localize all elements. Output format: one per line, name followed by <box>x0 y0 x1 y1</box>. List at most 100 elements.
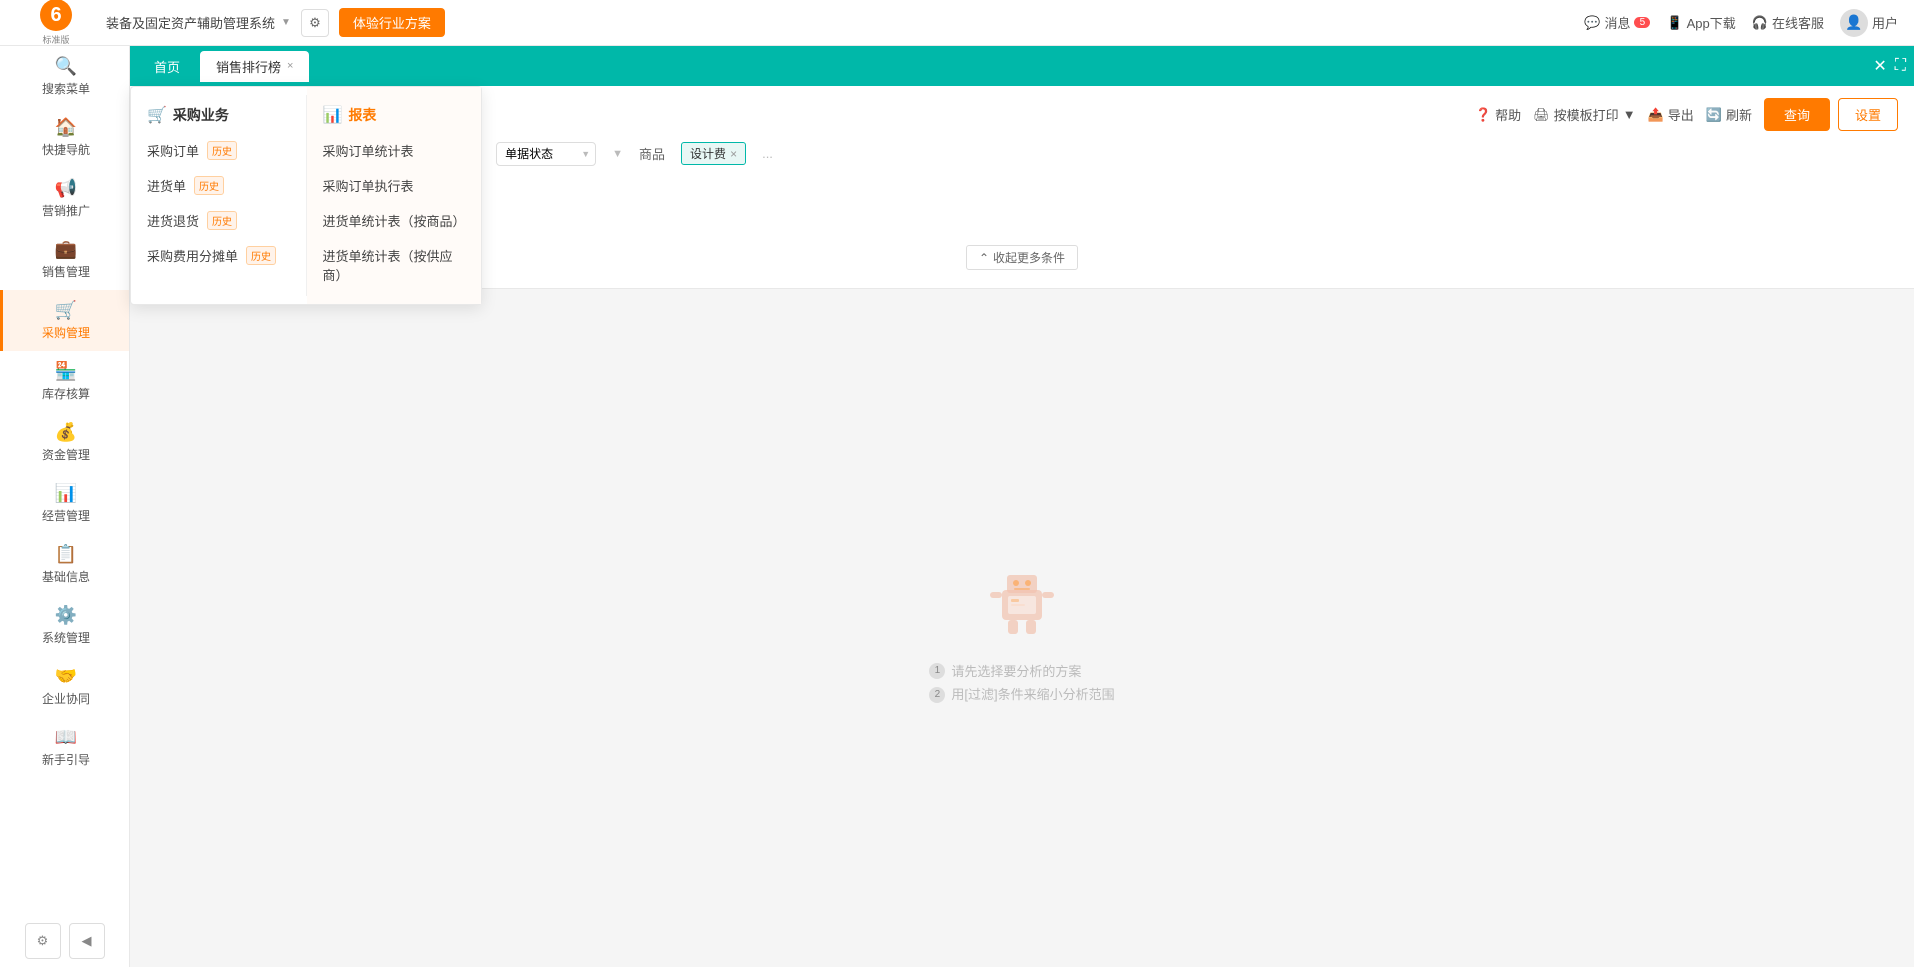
system-title: 装备及固定资产辅助管理系统 ▼ <box>106 13 291 32</box>
sidebar-item-finance[interactable]: 💰 资金管理 <box>0 412 129 473</box>
sidebar-item-sales[interactable]: 💼 销售管理 <box>0 229 129 290</box>
sidebar-label-guide: 新手引导 <box>42 751 90 768</box>
sidebar-item-purchase[interactable]: 🛒 采购管理 <box>0 290 129 351</box>
reports-section-title: 📊 报表 <box>307 99 482 133</box>
marketing-icon: 📢 <box>55 178 77 199</box>
purchase-section-icon: 🛒 <box>147 105 167 125</box>
purchase-section-title: 🛒 采购业务 <box>131 99 306 133</box>
sidebar-item-system[interactable]: ⚙️ 系统管理 <box>0 595 129 656</box>
purchase-order-label: 采购订单 <box>147 141 199 160</box>
bill-status-arrow: ▼ <box>612 148 623 160</box>
goods-receipt-label: 进货单 <box>147 176 186 195</box>
refresh-icon: 🔄 <box>1706 107 1722 123</box>
goods-label: 商品 <box>639 144 665 163</box>
menu-item-receipt-stats-goods[interactable]: 进货单统计表（按商品） <box>307 203 482 238</box>
logo-text: 标准版 <box>42 33 69 46</box>
menu-item-purchase-order-stats[interactable]: 采购订单统计表 <box>307 133 482 168</box>
purchase-dropdown-menu: 🛒 采购业务 采购订单 历史 进货单 历史 进货退货 历史 采购费用分摊单 历史 <box>130 86 482 305</box>
search-icon: 🔍 <box>55 56 77 77</box>
collapse-button[interactable]: ⌃ 收起更多条件 <box>966 245 1078 270</box>
sidebar-item-search[interactable]: 🔍 搜索菜单 <box>0 46 129 107</box>
tab-close-all-icon[interactable]: ✕ <box>1873 56 1886 76</box>
menu-item-purchase-order[interactable]: 采购订单 历史 <box>131 133 306 168</box>
tab-close-icon[interactable]: × <box>287 60 293 72</box>
tab-maximize-icon[interactable]: ⛶ <box>1895 57 1906 75</box>
logo-icon: 6 <box>40 0 72 31</box>
settings-button[interactable]: ⚙ <box>301 9 329 37</box>
sidebar-collapse-button[interactable]: ◀ <box>69 923 105 959</box>
history-tag-2: 历史 <box>194 176 224 195</box>
inventory-icon: 🏪 <box>55 361 77 382</box>
user-button[interactable]: 👤 用户 <box>1840 9 1898 37</box>
menu-item-purchase-order-exec[interactable]: 采购订单执行表 <box>307 168 482 203</box>
reports-section-icon: 📊 <box>323 105 343 125</box>
menu-section-purchase: 🛒 采购业务 采购订单 历史 进货单 历史 进货退货 历史 采购费用分摊单 历史 <box>131 87 306 304</box>
industry-button[interactable]: 体验行业方案 <box>339 8 445 37</box>
menu-item-goods-receipt[interactable]: 进货单 历史 <box>131 168 306 203</box>
purchase-expense-label: 采购费用分摊单 <box>147 246 238 265</box>
sidebar-item-operations[interactable]: 📊 经营管理 <box>0 473 129 534</box>
tab-home[interactable]: 首页 <box>138 51 196 82</box>
empty-hint-2: 2 用[过滤]条件来缩小分析范围 <box>929 683 1114 706</box>
print-button[interactable]: 🖨 按模板打印 ▼ <box>1533 105 1635 124</box>
logo-area: 6 标准版 <box>16 0 96 46</box>
sidebar-item-base-info[interactable]: 📋 基础信息 <box>0 534 129 595</box>
menu-item-purchase-expense[interactable]: 采购费用分摊单 历史 <box>131 238 306 273</box>
query-button[interactable]: 查询 <box>1764 98 1830 131</box>
message-badge: 5 <box>1634 17 1650 28</box>
app-download-button[interactable]: 📱 App下载 <box>1666 13 1735 32</box>
menu-item-goods-return[interactable]: 进货退货 历史 <box>131 203 306 238</box>
goods-tag: 设计费 × <box>681 142 746 165</box>
sidebar-label-search: 搜索菜单 <box>42 80 90 97</box>
print-icon: 🖨 <box>1533 107 1550 123</box>
history-tag-3: 历史 <box>207 211 237 230</box>
empty-state: 1 请先选择要分析的方案 2 用[过滤]条件来缩小分析范围 <box>130 289 1914 967</box>
operations-icon: 📊 <box>55 483 77 504</box>
print-dropdown-icon[interactable]: ▼ <box>1623 107 1636 122</box>
sidebar-label-quick-nav: 快捷导航 <box>42 141 90 158</box>
dropdown-arrow-icon[interactable]: ▼ <box>281 17 291 28</box>
bill-status-wrap: 单据状态 <box>496 142 596 166</box>
refresh-button[interactable]: 🔄 刷新 <box>1706 105 1752 124</box>
sidebar-label-operations: 经营管理 <box>42 507 90 524</box>
sidebar-item-guide[interactable]: 📖 新手引导 <box>0 717 129 778</box>
help-icon: ❓ <box>1475 107 1491 123</box>
sidebar-item-inventory[interactable]: 🏪 库存核算 <box>0 351 129 412</box>
sidebar-label-sales: 销售管理 <box>42 263 90 280</box>
filter-settings-button[interactable]: 设置 <box>1838 98 1898 131</box>
headset-icon: 🎧 <box>1752 15 1768 31</box>
sidebar-label-purchase: 采购管理 <box>42 324 90 341</box>
empty-hints: 1 请先选择要分析的方案 2 用[过滤]条件来缩小分析范围 <box>929 660 1114 707</box>
bill-status-select[interactable]: 单据状态 <box>496 142 596 166</box>
goods-return-label: 进货退货 <box>147 211 199 230</box>
empty-hint-1: 1 请先选择要分析的方案 <box>929 660 1114 683</box>
menu-item-receipt-stats-supplier[interactable]: 进货单统计表（按供应商） <box>307 238 482 292</box>
export-button[interactable]: 📤 导出 <box>1648 105 1694 124</box>
top-bar: 6 标准版 装备及固定资产辅助管理系统 ▼ ⚙ 体验行业方案 💬 消息 5 📱 … <box>0 0 1914 46</box>
sales-icon: 💼 <box>55 239 77 260</box>
online-service-button[interactable]: 🎧 在线客服 <box>1752 13 1824 32</box>
export-icon: 📤 <box>1648 107 1664 123</box>
finance-icon: 💰 <box>55 422 77 443</box>
app-container: 6 标准版 装备及固定资产辅助管理系统 ▼ ⚙ 体验行业方案 💬 消息 5 📱 … <box>0 0 1914 967</box>
purchase-icon: 🛒 <box>55 300 77 321</box>
empty-illustration <box>972 550 1072 650</box>
history-tag-4: 历史 <box>246 246 276 265</box>
sidebar-item-quick-nav[interactable]: 🏠 快捷导航 <box>0 107 129 168</box>
goods-dots[interactable]: ... <box>762 146 773 161</box>
top-right-area: 💬 消息 5 📱 App下载 🎧 在线客服 👤 用户 <box>1584 9 1898 37</box>
sidebar-bottom: ⚙ ◀ <box>0 915 129 967</box>
goods-tag-close[interactable]: × <box>730 147 737 161</box>
sidebar-item-enterprise[interactable]: 🤝 企业协同 <box>0 656 129 717</box>
sidebar: 🔍 搜索菜单 🏠 快捷导航 📢 营销推广 💼 销售管理 🛒 采购管理 🏪 <box>0 46 130 967</box>
sidebar-label-system: 系统管理 <box>42 629 90 646</box>
collapse-icon: ⌃ <box>979 251 989 265</box>
help-button[interactable]: ❓ 帮助 <box>1475 105 1521 124</box>
messages-button[interactable]: 💬 消息 5 <box>1584 13 1650 32</box>
guide-icon: 📖 <box>55 727 77 748</box>
system-icon: ⚙️ <box>55 605 77 626</box>
tab-sales-rank[interactable]: 销售排行榜 × <box>200 51 309 82</box>
sidebar-settings-button[interactable]: ⚙ <box>25 923 61 959</box>
sidebar-label-enterprise: 企业协同 <box>42 690 90 707</box>
sidebar-item-marketing[interactable]: 📢 营销推广 <box>0 168 129 229</box>
